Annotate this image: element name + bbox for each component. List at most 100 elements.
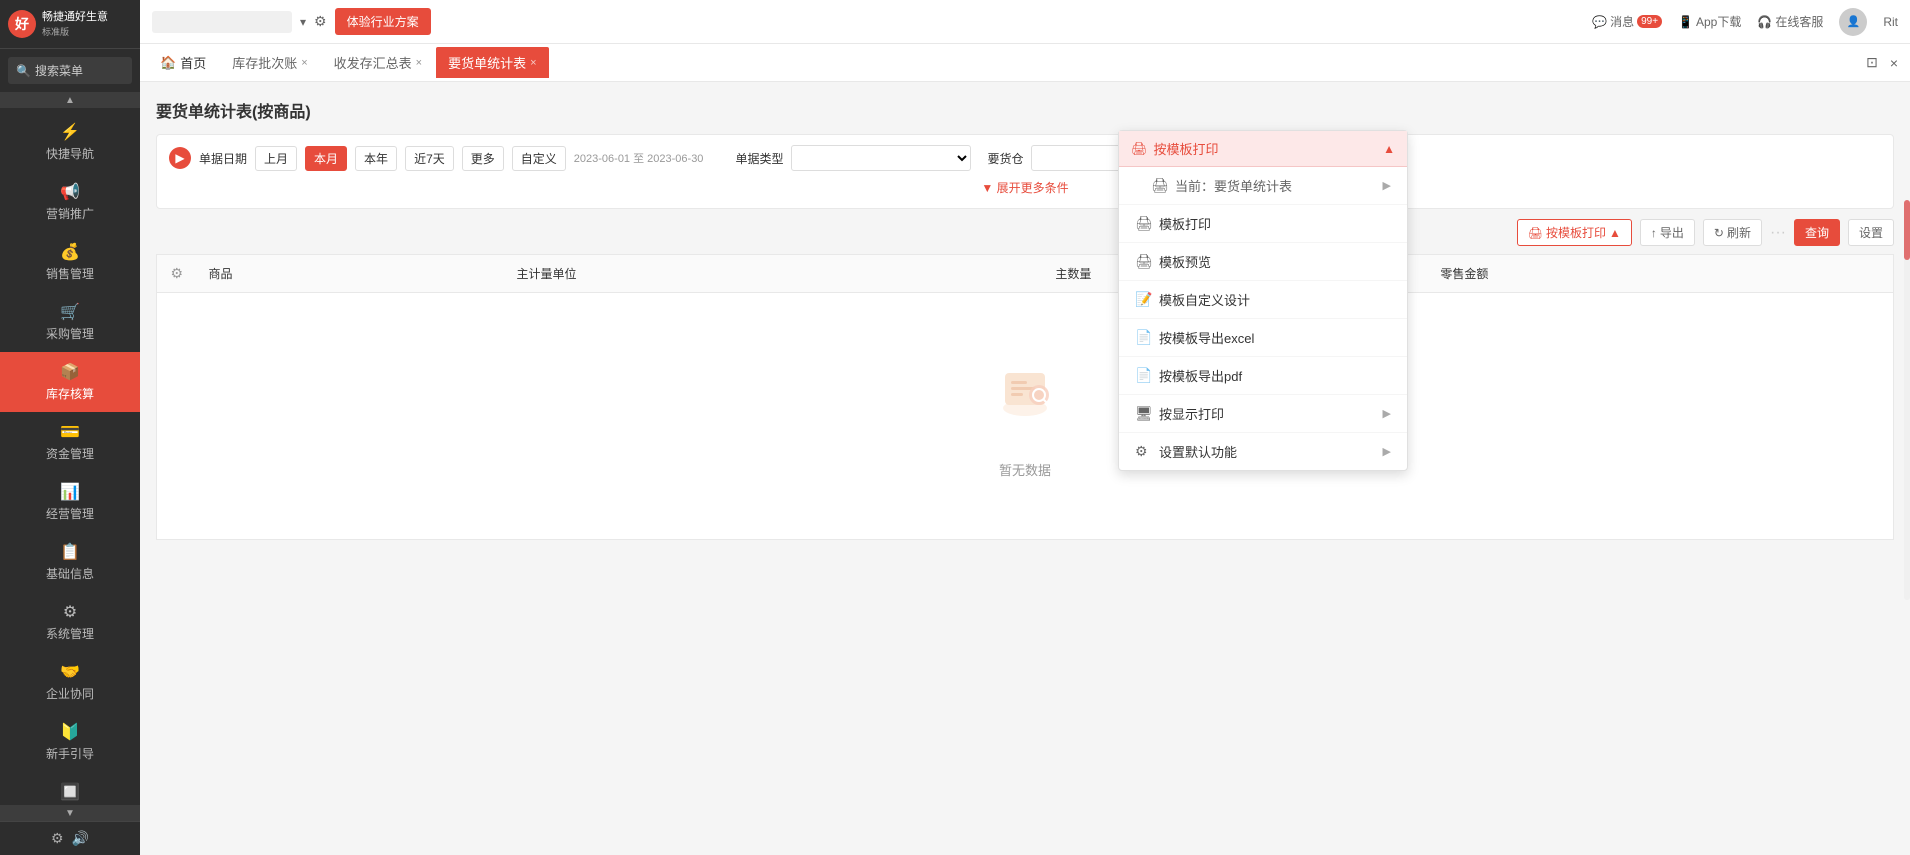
col-settings-icon[interactable]: ⚙ (170, 265, 183, 281)
sidebar-item-app-center[interactable]: 🔲 应用中心 (0, 772, 140, 801)
tab-close-window-button[interactable]: × (1886, 52, 1902, 73)
finance-icon: 💳 (60, 422, 80, 442)
industry-solution-button[interactable]: 体验行业方案 (335, 8, 431, 35)
home-icon: 🏠 (160, 55, 176, 71)
sidebar-scroll-up[interactable]: ▲ (0, 92, 140, 108)
right-scrollbar-thumb[interactable] (1904, 200, 1910, 260)
dropdown-chevron-up[interactable]: ▲ (1383, 142, 1395, 156)
date-btn-custom[interactable]: 自定义 (512, 146, 566, 171)
set-default-icon: ⚙ (1135, 443, 1151, 460)
template-print-button[interactable]: 🖨 按模板打印 ▲ (1517, 219, 1632, 246)
template-print-item-label: 模板打印 (1159, 214, 1391, 233)
app-download-icon: 📱 (1678, 15, 1693, 29)
operation-icon: 📊 (60, 482, 80, 502)
col-settings-header[interactable]: ⚙ (157, 255, 197, 293)
topbar-app-download[interactable]: 📱 App下载 (1678, 13, 1741, 30)
sidebar-scroll-down[interactable]: ▼ (0, 805, 140, 821)
sidebar-sound-button[interactable]: 🔊 (72, 830, 89, 847)
sidebar-item-guide[interactable]: 🔰 新手引导 (0, 712, 140, 772)
sidebar-settings-button[interactable]: ⚙ (51, 830, 64, 847)
tab-inventory-batch[interactable]: 库存批次账 × (220, 47, 319, 78)
current-template-icon: 🖨 (1151, 177, 1167, 194)
expand-more-conditions-button[interactable]: ▼ 展开更多条件 (975, 177, 1074, 198)
date-btn-7days[interactable]: 近7天 (405, 146, 454, 171)
sidebar-item-finance[interactable]: 💳 资金管理 (0, 412, 140, 472)
export-excel-label: 按模板导出excel (1159, 328, 1391, 347)
dropdown-item-set-default[interactable]: ⚙ 设置默认功能 ▶ (1119, 433, 1407, 470)
dropdown-item-template-print[interactable]: 🖨 模板打印 (1119, 205, 1407, 243)
more-options-icon[interactable]: ··· (1770, 224, 1786, 242)
tab-home-label: 首页 (180, 53, 206, 72)
date-btn-this-year[interactable]: 本年 (355, 146, 397, 171)
basic-label: 基础信息 (46, 565, 94, 582)
topbar-gear-icon[interactable]: ⚙ (314, 13, 327, 30)
sidebar-item-collab[interactable]: 🤝 企业协同 (0, 652, 140, 712)
system-label: 系统管理 (46, 625, 94, 642)
tab-restore-button[interactable]: ⊡ (1862, 52, 1882, 73)
tab-order-stats[interactable]: 要货单统计表 × (436, 47, 548, 78)
data-table: ⚙ 商品 主计量单位 主数量 零售金额 (156, 254, 1894, 540)
sidebar-item-sales[interactable]: 💰 销售管理 (0, 232, 140, 292)
dropdown-item-template-preview[interactable]: 🖨 模板预览 (1119, 243, 1407, 281)
search-menu-button[interactable]: 🔍 搜索菜单 (8, 57, 132, 84)
dropdown-item-display-print[interactable]: 🖥 按显示打印 ▶ (1119, 395, 1407, 433)
tab-inventory-batch-label: 库存批次账 (232, 53, 297, 72)
app-download-label: App下载 (1696, 13, 1741, 30)
empty-text: 暂无数据 (999, 460, 1051, 479)
guide-label: 新手引导 (46, 745, 94, 762)
system-icon: ⚙ (63, 602, 77, 622)
order-type-select[interactable] (791, 145, 971, 171)
topbar-online-service[interactable]: 🎧 在线客服 (1757, 13, 1823, 30)
inventory-label: 库存核算 (46, 385, 94, 402)
expand-label: 展开更多条件 (997, 181, 1069, 195)
quick-nav-icon: ⚡ (60, 122, 80, 142)
sidebar-item-system[interactable]: ⚙ 系统管理 (0, 592, 140, 652)
sidebar-item-marketing[interactable]: 📢 营销推广 (0, 172, 140, 232)
sidebar: 好 畅捷通好生意 标准版 🔍 搜索菜单 ▲ ⚡ 快捷导航 📢 营销推广 💰 销售… (0, 0, 140, 855)
tab-receipt-summary-close[interactable]: × (416, 57, 422, 69)
settings-button[interactable]: 设置 (1848, 219, 1894, 246)
tab-receipt-summary[interactable]: 收发存汇总表 × (322, 47, 434, 78)
dropdown-item-current-template[interactable]: 🖨 当前：要货单统计表 ▶ (1119, 167, 1407, 205)
sidebar-item-quick-nav[interactable]: ⚡ 快捷导航 (0, 112, 140, 172)
export-button[interactable]: ↑ 导出 (1640, 219, 1695, 246)
query-button[interactable]: 查询 (1794, 219, 1840, 246)
topbar-message[interactable]: 💬 消息 99+ (1592, 13, 1662, 30)
dropdown-item-export-excel[interactable]: 📄 按模板导出excel (1119, 319, 1407, 357)
refresh-button[interactable]: ↻ 刷新 (1703, 219, 1762, 246)
purchase-icon: 🛒 (60, 302, 80, 322)
user-avatar[interactable]: 👤 (1839, 8, 1867, 36)
filter-row-1: ▶ 单据日期 上月 本月 本年 近7天 更多 自定义 2023-06-01 至 … (169, 145, 1881, 171)
dropdown-item-export-pdf[interactable]: 📄 按模板导出pdf (1119, 357, 1407, 395)
search-menu-label: 搜索菜单 (35, 62, 83, 79)
dropdown-header: 🖨 按模板打印 ▲ (1119, 131, 1407, 167)
template-print-item-icon: 🖨 (1135, 215, 1151, 232)
topbar-dropdown-button[interactable]: ▾ (300, 15, 306, 29)
display-print-arrow: ▶ (1383, 407, 1391, 420)
display-print-icon: 🖥 (1135, 405, 1151, 422)
sidebar-item-operation[interactable]: 📊 经营管理 (0, 472, 140, 532)
col-amount-header: 零售金额 (1428, 255, 1893, 293)
message-icon: 💬 (1592, 15, 1607, 29)
template-preview-icon: 🖨 (1135, 253, 1151, 270)
app-logo-icon: 好 (8, 10, 36, 38)
date-btn-last-month[interactable]: 上月 (255, 146, 297, 171)
topbar-search-input[interactable] (152, 11, 292, 33)
tab-inventory-batch-close[interactable]: × (301, 57, 307, 69)
right-scrollbar[interactable] (1904, 200, 1910, 600)
sidebar-item-basic[interactable]: 📋 基础信息 (0, 532, 140, 592)
sidebar-search-area[interactable]: 🔍 搜索菜单 (0, 49, 140, 92)
set-default-label: 设置默认功能 (1159, 442, 1375, 461)
tab-order-stats-close[interactable]: × (530, 57, 536, 69)
order-type-label: 单据类型 (735, 150, 783, 167)
sidebar-item-purchase[interactable]: 🛒 采购管理 (0, 292, 140, 352)
filter-toggle-button[interactable]: ▶ (169, 147, 191, 169)
sidebar-item-inventory[interactable]: 📦 库存核算 (0, 352, 140, 412)
message-badge: 99+ (1637, 15, 1662, 28)
dropdown-item-template-custom[interactable]: 📝 模板自定义设计 (1119, 281, 1407, 319)
tab-home[interactable]: 🏠 首页 (148, 47, 218, 78)
tabs-bar: 🏠 首页 库存批次账 × 收发存汇总表 × 要货单统计表 × ⊡ × (140, 44, 1910, 82)
date-btn-more[interactable]: 更多 (462, 146, 504, 171)
expand-icon: ▼ (981, 181, 993, 195)
date-btn-this-month[interactable]: 本月 (305, 146, 347, 171)
